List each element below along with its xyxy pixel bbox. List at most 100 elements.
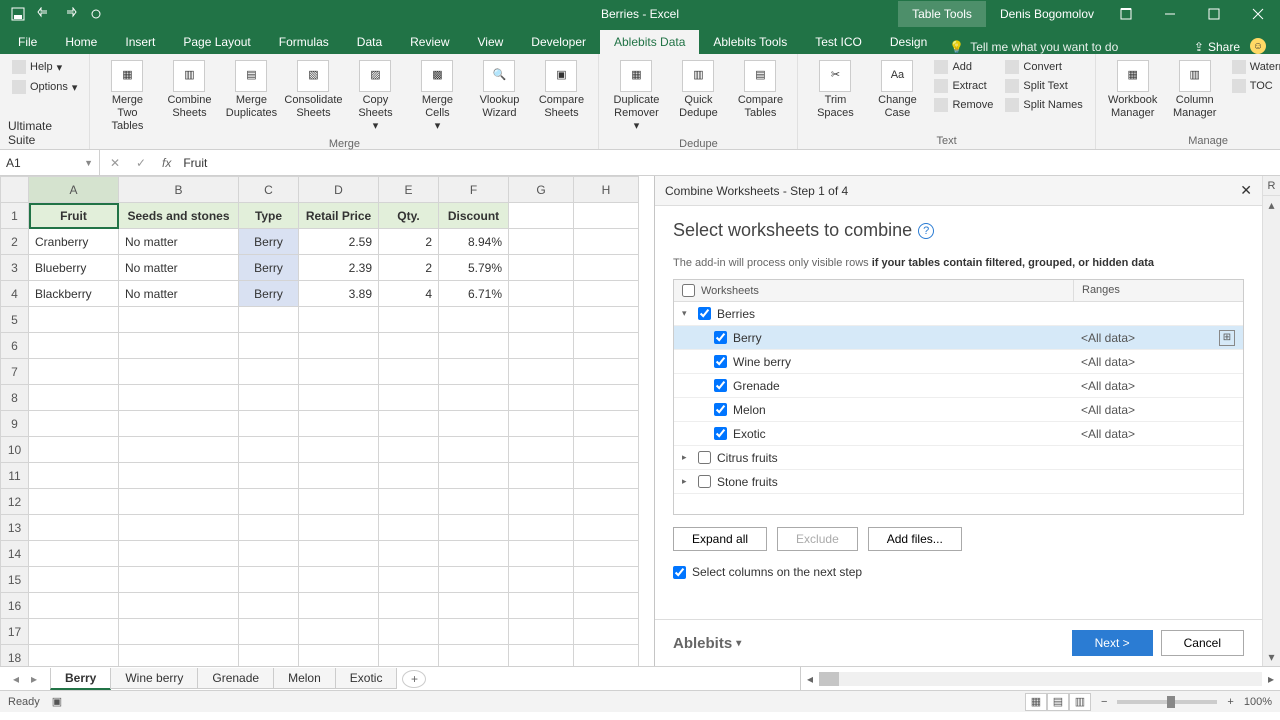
tab-ablebits-data[interactable]: Ablebits Data <box>600 30 699 54</box>
feedback-smiley-icon[interactable]: ☺ <box>1250 38 1266 54</box>
select-all-corner[interactable] <box>1 177 29 203</box>
maximize-button[interactable] <box>1192 0 1236 28</box>
share-button[interactable]: ⇪Share <box>1194 40 1240 54</box>
cell[interactable]: Blackberry <box>29 281 119 307</box>
vlookup-wizard-button[interactable]: 🔍Vlookup Wizard <box>470 58 528 136</box>
normal-view-icon[interactable]: ▦ <box>1025 693 1047 711</box>
name-box[interactable]: A1▼ <box>0 150 100 175</box>
cell[interactable] <box>509 281 574 307</box>
sheet-checkbox[interactable] <box>714 379 727 392</box>
row-header[interactable]: 2 <box>1 229 29 255</box>
col-header[interactable]: G <box>509 177 574 203</box>
split-names-button[interactable]: Split Names <box>1001 96 1086 114</box>
cell[interactable] <box>574 281 639 307</box>
cell[interactable]: Blueberry <box>29 255 119 281</box>
select-range-icon[interactable]: ⊞ <box>1219 330 1235 346</box>
qat-save-icon[interactable] <box>6 2 30 26</box>
qat-undo-icon[interactable] <box>32 2 56 26</box>
row-header[interactable]: 12 <box>1 489 29 515</box>
consolidate-sheets-button[interactable]: ▧Consolidate Sheets <box>284 58 342 136</box>
tell-me-search[interactable]: 💡Tell me what you want to do <box>949 40 1118 54</box>
enter-formula-icon[interactable]: ✓ <box>130 156 152 170</box>
zoom-in-button[interactable]: + <box>1227 696 1233 708</box>
tab-page-layout[interactable]: Page Layout <box>169 30 264 54</box>
add-text-button[interactable]: Add <box>930 58 997 76</box>
new-sheet-button[interactable]: + <box>402 670 426 688</box>
cell[interactable] <box>509 229 574 255</box>
extract-text-button[interactable]: Extract <box>930 77 997 95</box>
exclude-button[interactable]: Exclude <box>777 527 858 551</box>
expand-all-button[interactable]: Expand all <box>673 527 767 551</box>
tab-test-ico[interactable]: Test ICO <box>801 30 876 54</box>
fx-icon[interactable]: fx <box>156 156 177 170</box>
cell[interactable]: Qty. <box>379 203 439 229</box>
compare-sheets-button[interactable]: ▣Compare Sheets <box>532 58 590 136</box>
trim-spaces-button[interactable]: ✂Trim Spaces <box>806 58 864 133</box>
tab-formulas[interactable]: Formulas <box>265 30 343 54</box>
change-case-button[interactable]: AaChange Case <box>868 58 926 133</box>
workbook-manager-button[interactable]: ▦Workbook Manager <box>1104 58 1162 133</box>
workbook-checkbox[interactable] <box>698 475 711 488</box>
cell[interactable]: No matter <box>119 255 239 281</box>
options-button[interactable]: Options ▾ <box>8 78 81 96</box>
sheet-name[interactable]: Melon <box>733 403 766 417</box>
copy-sheets-button[interactable]: ▨Copy Sheets ▾ <box>346 58 404 136</box>
qat-touch-icon[interactable] <box>84 2 108 26</box>
cell[interactable]: 2.59 <box>299 229 379 255</box>
cell[interactable] <box>509 255 574 281</box>
cell[interactable]: 4 <box>379 281 439 307</box>
tab-file[interactable]: File <box>4 30 51 54</box>
cell[interactable]: 6.71% <box>439 281 509 307</box>
pane-close-button[interactable]: ✕ <box>1240 182 1252 199</box>
cell[interactable]: Seeds and stones <box>119 203 239 229</box>
combine-sheets-button[interactable]: ▥Combine Sheets <box>160 58 218 136</box>
row-header[interactable]: 10 <box>1 437 29 463</box>
scroll-left-icon[interactable]: ◂ <box>801 672 819 686</box>
sheet-name[interactable]: Wine berry <box>733 355 791 369</box>
collapse-icon[interactable]: ▾ <box>682 308 692 319</box>
sheet-nav-first-icon[interactable]: ◂ <box>8 672 24 686</box>
cell[interactable]: 3.89 <box>299 281 379 307</box>
cell[interactable] <box>574 229 639 255</box>
remove-text-button[interactable]: Remove <box>930 96 997 114</box>
horizontal-scrollbar[interactable]: ◂ ▸ <box>800 667 1280 690</box>
sheet-tab[interactable]: Berry <box>50 668 111 690</box>
cell[interactable]: Berry <box>239 281 299 307</box>
tab-view[interactable]: View <box>464 30 518 54</box>
expand-icon[interactable]: ▸ <box>682 476 692 487</box>
scroll-up-icon[interactable]: ▴ <box>1263 196 1280 214</box>
col-header[interactable]: B <box>119 177 239 203</box>
row-header[interactable]: 14 <box>1 541 29 567</box>
row-header[interactable]: 6 <box>1 333 29 359</box>
column-manager-button[interactable]: ▥Column Manager <box>1166 58 1224 133</box>
row-header[interactable]: 9 <box>1 411 29 437</box>
tab-data[interactable]: Data <box>343 30 396 54</box>
sheet-name[interactable]: Exotic <box>733 427 766 441</box>
col-header[interactable]: C <box>239 177 299 203</box>
page-break-view-icon[interactable]: ▥ <box>1069 693 1091 711</box>
cancel-formula-icon[interactable]: ✕ <box>104 156 126 170</box>
help-icon[interactable]: ? <box>918 223 934 239</box>
cell[interactable]: Retail Price <box>299 203 379 229</box>
formula-input[interactable]: Fruit <box>177 156 1280 170</box>
row-header[interactable]: 16 <box>1 593 29 619</box>
row-header[interactable]: 15 <box>1 567 29 593</box>
col-header[interactable]: D <box>299 177 379 203</box>
cell[interactable]: 5.79% <box>439 255 509 281</box>
tab-design[interactable]: Design <box>876 30 941 54</box>
col-header[interactable]: F <box>439 177 509 203</box>
tab-insert[interactable]: Insert <box>111 30 169 54</box>
zoom-out-button[interactable]: − <box>1101 696 1107 708</box>
cell[interactable]: Berry <box>239 255 299 281</box>
row-header[interactable]: 17 <box>1 619 29 645</box>
minimize-button[interactable] <box>1148 0 1192 28</box>
row-header[interactable]: 8 <box>1 385 29 411</box>
ablebits-brand[interactable]: Ablebits▾ <box>673 635 741 652</box>
row-header[interactable]: 11 <box>1 463 29 489</box>
cell[interactable]: 2 <box>379 255 439 281</box>
zoom-slider[interactable] <box>1117 700 1217 704</box>
workbook-checkbox[interactable] <box>698 451 711 464</box>
compare-tables-button[interactable]: ▤Compare Tables <box>731 58 789 136</box>
tab-review[interactable]: Review <box>396 30 463 54</box>
cell[interactable]: No matter <box>119 229 239 255</box>
